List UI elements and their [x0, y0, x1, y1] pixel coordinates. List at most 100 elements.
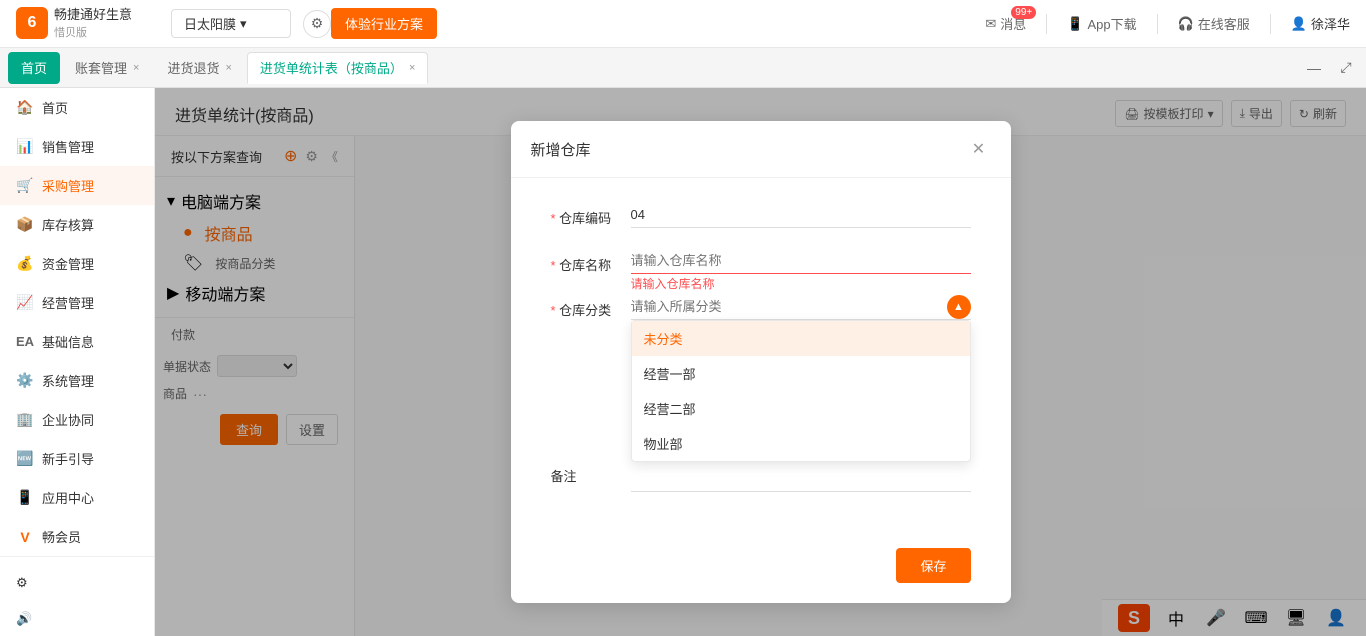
sidebar-guide-label: 新手引导	[42, 449, 94, 468]
sidebar: 🏠 首页 📊 销售管理 🛒 采购管理 📦 库存核算 💰 资金管理 📈 经营管理 …	[0, 88, 155, 636]
top-header: 6 畅捷通好生意 惜贝版 日太阳膜 ▾ ⚙ 体验行业方案 ✉ 消息 99+ 📱 …	[0, 0, 1366, 48]
dropdown-item-dept1[interactable]: 经营一部	[632, 356, 970, 391]
vip-icon: V	[16, 528, 34, 546]
divider	[1046, 14, 1047, 34]
sidebar-item-app-center[interactable]: 📱 应用中心	[0, 478, 154, 517]
home-icon: 🏠	[16, 99, 34, 117]
tab-purchase-stats[interactable]: 进货单统计表（按商品） ×	[247, 52, 428, 84]
code-label: 仓库编码	[551, 202, 631, 227]
sidebar-operations-label: 经营管理	[42, 293, 94, 312]
user-profile-btn[interactable]: 👤 徐泽华	[1291, 14, 1350, 33]
app-name: 畅捷通好生意	[54, 7, 132, 24]
try-industry-button[interactable]: 体验行业方案	[331, 8, 437, 39]
tab-purchase-return[interactable]: 进货退货 ×	[154, 52, 244, 84]
purchase-return-tab-close[interactable]: ×	[225, 62, 231, 74]
save-button[interactable]: 保存	[896, 548, 970, 583]
operations-icon: 📈	[16, 294, 34, 312]
sidebar-purchase-label: 采购管理	[42, 176, 94, 195]
accounts-tab-close[interactable]: ×	[133, 62, 139, 74]
sidebar-settings-btn[interactable]: ⚙	[0, 565, 154, 601]
sidebar-item-enterprise[interactable]: 🏢 企业协同	[0, 400, 154, 439]
modal-close-btn[interactable]: ✕	[967, 137, 991, 161]
sidebar-item-basic-info[interactable]: EA 基础信息	[0, 322, 154, 361]
category-dropdown-list: 未分类 经营一部 经营二部 物业部	[631, 320, 971, 462]
sidebar-item-guide[interactable]: 🆕 新手引导	[0, 439, 154, 478]
tab-bar: 首页 账套管理 × 进货退货 × 进货单统计表（按商品） × — ⤢	[0, 48, 1366, 88]
sidebar-basic-info-label: 基础信息	[42, 332, 94, 351]
sidebar-app-center-label: 应用中心	[42, 488, 94, 507]
system-icon: ⚙️	[16, 372, 34, 390]
divider2	[1157, 14, 1158, 34]
name-error-msg: 请输入仓库名称	[631, 275, 715, 292]
accounts-tab-label: 账套管理	[75, 58, 127, 77]
modal-overlay[interactable]: 新增仓库 ✕ 仓库编码 仓库名称	[155, 88, 1366, 636]
code-input[interactable]	[631, 202, 971, 228]
volume-icon: 🔊	[16, 611, 32, 627]
customer-service-btn[interactable]: 🎧 在线客服	[1178, 14, 1250, 33]
category-input[interactable]	[631, 294, 971, 320]
headset-icon: 🎧	[1178, 16, 1194, 32]
sidebar-finance-label: 资金管理	[42, 254, 94, 273]
store-dropdown-icon: ▾	[240, 16, 247, 32]
sidebar-vip-label: 畅会员	[42, 527, 81, 546]
note-field-row: 备注	[551, 460, 971, 492]
header-actions: ✉ 消息 99+ 📱 App下载 🎧 在线客服 👤 徐泽华	[985, 14, 1350, 34]
app-logo-icon: 6	[16, 7, 48, 39]
name-input[interactable]	[631, 248, 971, 274]
tab-minimize-btn[interactable]: —	[1302, 56, 1326, 80]
notification-btn[interactable]: ✉ 消息 99+	[985, 14, 1026, 33]
note-input[interactable]	[631, 460, 971, 492]
sidebar-item-vip[interactable]: V 畅会员	[0, 517, 154, 556]
sales-icon: 📊	[16, 138, 34, 156]
finance-icon: 💰	[16, 255, 34, 273]
sidebar-item-operations[interactable]: 📈 经营管理	[0, 283, 154, 322]
app-download-btn[interactable]: 📱 App下载	[1067, 14, 1136, 33]
tab-accounts[interactable]: 账套管理 ×	[62, 52, 152, 84]
tab-home[interactable]: 首页	[8, 52, 60, 84]
code-field-row: 仓库编码	[551, 202, 971, 228]
sidebar-item-system[interactable]: ⚙️ 系统管理	[0, 361, 154, 400]
inventory-icon: 📦	[16, 216, 34, 234]
sidebar-enterprise-label: 企业协同	[42, 410, 94, 429]
sidebar-bottom: ⚙ 🔊	[0, 556, 154, 636]
note-label: 备注	[551, 460, 631, 485]
divider3	[1270, 14, 1271, 34]
sidebar-volume-btn[interactable]: 🔊	[0, 601, 154, 636]
purchase-stats-tab-label: 进货单统计表（按商品）	[260, 58, 403, 77]
customer-service-label: 在线客服	[1198, 14, 1250, 33]
enterprise-icon: 🏢	[16, 411, 34, 429]
sidebar-home-label: 首页	[42, 98, 68, 117]
guide-icon: 🆕	[16, 450, 34, 468]
category-dropdown-wrapper: ▲ 未分类 经营一部 经营二部 物业部	[631, 294, 971, 320]
sidebar-item-inventory[interactable]: 📦 库存核算	[0, 205, 154, 244]
app-download-label: App下载	[1087, 14, 1136, 33]
dropdown-item-dept3[interactable]: 物业部	[632, 426, 970, 461]
category-dropdown-toggle[interactable]: ▲	[947, 295, 971, 319]
purchase-return-tab-label: 进货退货	[167, 58, 219, 77]
user-avatar-icon: 👤	[1291, 16, 1307, 32]
username-label: 徐泽华	[1311, 14, 1350, 33]
sidebar-item-sales[interactable]: 📊 销售管理	[0, 127, 154, 166]
modal-footer: 保存	[511, 536, 1011, 603]
dropdown-item-unclassified[interactable]: 未分类	[632, 321, 970, 356]
sidebar-item-home[interactable]: 🏠 首页	[0, 88, 154, 127]
new-warehouse-modal: 新增仓库 ✕ 仓库编码 仓库名称	[511, 121, 1011, 603]
sidebar-item-finance[interactable]: 💰 资金管理	[0, 244, 154, 283]
store-name: 日太阳膜	[184, 14, 236, 33]
basic-info-icon: EA	[16, 333, 34, 351]
sidebar-system-label: 系统管理	[42, 371, 94, 390]
purchase-stats-tab-close[interactable]: ×	[409, 62, 415, 74]
dropdown-item-dept2[interactable]: 经营二部	[632, 391, 970, 426]
sidebar-item-purchase[interactable]: 🛒 采购管理	[0, 166, 154, 205]
name-label: 仓库名称	[551, 249, 631, 274]
tab-bar-actions: — ⤢	[1302, 56, 1358, 80]
home-tab-label: 首页	[21, 58, 47, 77]
store-selector[interactable]: 日太阳膜 ▾	[171, 9, 291, 38]
name-field-row: 仓库名称 请输入仓库名称	[551, 248, 971, 274]
modal-header: 新增仓库 ✕	[511, 121, 1011, 178]
tab-maximize-btn[interactable]: ⤢	[1334, 56, 1358, 80]
modal-body: 仓库编码 仓库名称 请输入仓库名称 仓库分类	[511, 178, 1011, 536]
settings-icon-btn[interactable]: ⚙	[303, 10, 331, 38]
content-area: 进货单统计(按商品) 🖨 按模板打印 ▾ ⤓ 导出 ↻ 刷新	[155, 88, 1366, 636]
main-layout: 🏠 首页 📊 销售管理 🛒 采购管理 📦 库存核算 💰 资金管理 📈 经营管理 …	[0, 88, 1366, 636]
